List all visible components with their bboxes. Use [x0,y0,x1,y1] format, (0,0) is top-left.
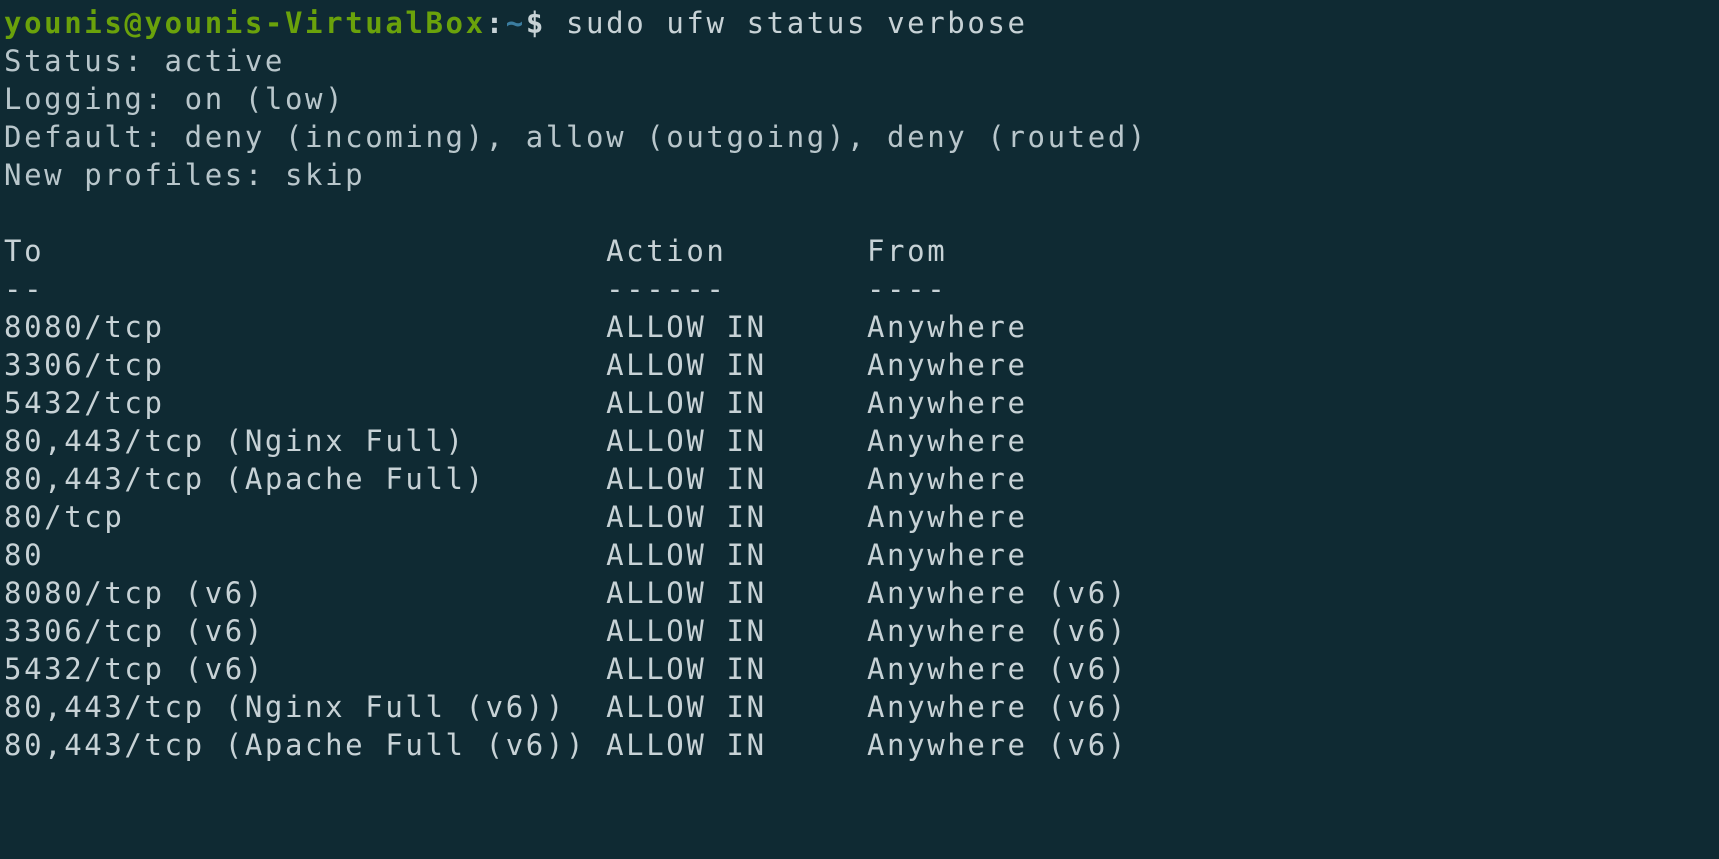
prompt-dollar: $ [526,6,546,40]
prompt-user: younis [4,6,124,40]
prompt-at: @ [124,6,144,40]
rules-table: To Action From -- ------ ---- 8080/tcp A… [4,234,1128,762]
terminal-window[interactable]: younis@younis-VirtualBox:~$ sudo ufw sta… [0,0,1719,768]
prompt-host: younis-VirtualBox [145,6,486,40]
logging-line: Logging: on (low) [4,82,345,116]
status-line: Status: active [4,44,285,78]
prompt-colon: : [486,6,506,40]
newprofiles-line: New profiles: skip [4,158,365,192]
command-text: sudo ufw status verbose [546,6,1028,40]
default-line: Default: deny (incoming), allow (outgoin… [4,120,1148,154]
prompt-path: ~ [506,6,526,40]
